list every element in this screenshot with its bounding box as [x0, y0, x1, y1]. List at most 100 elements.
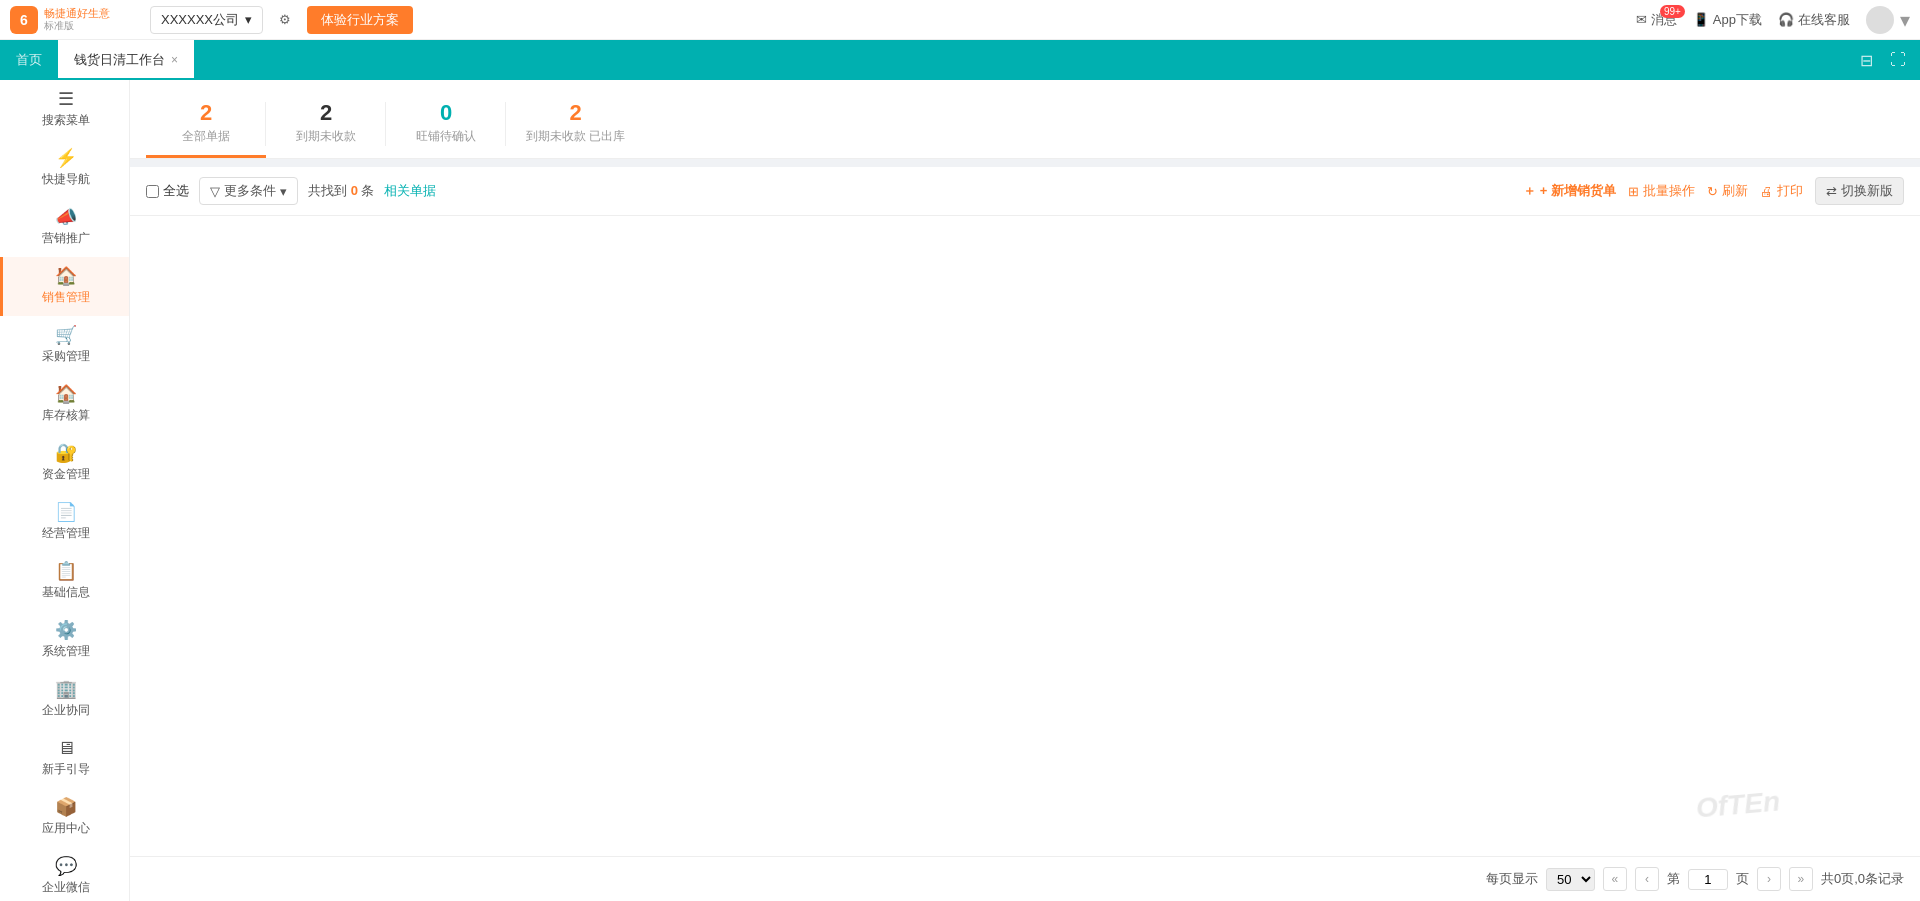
basic-info-icon: 📋 — [55, 562, 77, 580]
related-records-link[interactable]: 相关单据 — [384, 182, 436, 200]
avatar — [1866, 6, 1894, 34]
nav-minimize-button[interactable]: ⊟ — [1852, 46, 1880, 74]
stats-tabs: 2 全部单据 2 到期未收款 0 旺铺待确认 2 到期未收款 已出库 — [130, 80, 1920, 159]
toolbar: 全选 ▽ 更多条件 ▾ 共找到 0 条 相关单据 ＋ + 新增销货单 ⊞ — [130, 167, 1920, 216]
sidebar-label-purchase: 采购管理 — [42, 348, 90, 365]
sales-icon: 🏠 — [55, 267, 77, 285]
pagination-bar: 每页显示 50 « ‹ 第 页 › » 共0页,0条记录 — [130, 856, 1920, 901]
sidebar-label-sales: 销售管理 — [42, 289, 90, 306]
page-number-input[interactable] — [1688, 869, 1728, 890]
sidebar-item-wechat[interactable]: 💬 企业微信 — [0, 847, 129, 901]
page-size-select[interactable]: 50 — [1546, 868, 1595, 891]
sidebar-item-quick-nav[interactable]: ⚡ 快捷导航 — [0, 139, 129, 198]
stat-label-all: 全部单据 — [166, 128, 246, 145]
sidebar-item-basic-info[interactable]: 📋 基础信息 — [0, 552, 129, 611]
top-header: 6 畅捷通好生意 标准版 XXXXXX公司 ▾ ⚙ 体验行业方案 ✉ 消息 99… — [0, 0, 1920, 40]
last-page-button[interactable]: » — [1789, 867, 1813, 891]
select-all-checkbox[interactable]: 全选 — [146, 182, 189, 200]
main-layout: ☰ 搜索菜单 ⚡ 快捷导航 📣 营销推广 🏠 销售管理 🛒 采购管理 🏠 库存核… — [0, 80, 1920, 901]
stat-num-all: 2 — [166, 100, 246, 126]
select-all-label: 全选 — [163, 182, 189, 200]
trial-button[interactable]: 体验行业方案 — [307, 6, 413, 34]
switch-label: 切换新版 — [1841, 182, 1893, 200]
total-records-text: 共0页,0条记录 — [1821, 870, 1904, 888]
switch-new-version-button[interactable]: ⇄ 切换新版 — [1815, 177, 1904, 205]
dropdown-icon: ▾ — [245, 12, 252, 27]
quick-nav-icon: ⚡ — [55, 149, 77, 167]
stat-label-unshipped: 到期未收款 已出库 — [526, 128, 625, 145]
switch-icon: ⇄ — [1826, 184, 1837, 199]
page-label-prefix: 第 — [1667, 870, 1680, 888]
sidebar-item-app-center[interactable]: 📦 应用中心 — [0, 788, 129, 847]
stat-tab-wangpu[interactable]: 0 旺铺待确认 — [386, 92, 506, 158]
nav-right-buttons: ⊟ ⛶ — [1852, 46, 1920, 74]
marketing-icon: 📣 — [55, 208, 77, 226]
sidebar-label-inventory: 库存核算 — [42, 407, 90, 424]
online-service-icon: 🎧 — [1778, 12, 1794, 27]
online-service-button[interactable]: 🎧 在线客服 — [1778, 11, 1850, 29]
refresh-button[interactable]: ↻ 刷新 — [1707, 182, 1748, 200]
sidebar-item-system[interactable]: ⚙️ 系统管理 — [0, 611, 129, 670]
page-label-suffix: 页 — [1736, 870, 1749, 888]
header-right: ✉ 消息 99+ 📱 App下载 🎧 在线客服 ▾ — [1636, 6, 1910, 34]
sidebar-item-operations[interactable]: 📄 经营管理 — [0, 493, 129, 552]
add-icon: ＋ — [1523, 182, 1536, 200]
batch-label: 批量操作 — [1643, 182, 1695, 200]
sidebar-item-inventory[interactable]: 🏠 库存核算 — [0, 375, 129, 434]
batch-operation-button[interactable]: ⊞ 批量操作 — [1628, 182, 1695, 200]
sidebar-label-system: 系统管理 — [42, 643, 90, 660]
add-sales-order-button[interactable]: ＋ + 新增销货单 — [1523, 182, 1616, 200]
company-selector[interactable]: XXXXXX公司 ▾ — [150, 6, 263, 34]
filter-icon: ▽ — [210, 184, 220, 199]
user-avatar-area[interactable]: ▾ — [1866, 6, 1910, 34]
next-page-button[interactable]: › — [1757, 867, 1781, 891]
toolbar-right: ＋ + 新增销货单 ⊞ 批量操作 ↻ 刷新 🖨 打印 ⇄ 切换新版 — [1523, 177, 1904, 205]
sidebar-item-sales[interactable]: 🏠 销售管理 — [0, 257, 129, 316]
sidebar-label-quick-nav: 快捷导航 — [42, 171, 90, 188]
sidebar-item-marketing[interactable]: 📣 营销推广 — [0, 198, 129, 257]
print-label: 打印 — [1777, 182, 1803, 200]
first-page-button[interactable]: « — [1603, 867, 1627, 891]
tab-home[interactable]: 首页 — [0, 40, 58, 80]
enterprise-icon: 🏢 — [55, 680, 77, 698]
logo-area: 6 畅捷通好生意 标准版 — [10, 6, 140, 34]
stat-tab-overdue[interactable]: 2 到期未收款 — [266, 92, 386, 158]
select-all-input[interactable] — [146, 185, 159, 198]
app-download-button[interactable]: 📱 App下载 — [1693, 11, 1762, 29]
more-filter-button[interactable]: ▽ 更多条件 ▾ — [199, 177, 298, 205]
nav-tabs-bar: 首页 钱货日清工作台 × ⊟ ⛶ — [0, 40, 1920, 80]
tab-cash-flow[interactable]: 钱货日清工作台 × — [58, 40, 194, 80]
table-area — [130, 216, 1920, 856]
online-service-label: 在线客服 — [1798, 11, 1850, 29]
found-count: 0 — [351, 183, 358, 198]
app-logo-text: 畅捷通好生意 标准版 — [44, 7, 110, 32]
stat-num-overdue: 2 — [286, 100, 366, 126]
sidebar-item-purchase[interactable]: 🛒 采购管理 — [0, 316, 129, 375]
beginner-icon: 🖥 — [57, 739, 75, 757]
sidebar-item-beginner[interactable]: 🖥 新手引导 — [0, 729, 129, 788]
sidebar-item-search-menu[interactable]: ☰ 搜索菜单 — [0, 80, 129, 139]
sidebar-label-enterprise: 企业协同 — [42, 702, 90, 719]
settings-button[interactable]: ⚙ — [271, 6, 299, 34]
stat-tab-unshipped[interactable]: 2 到期未收款 已出库 — [506, 92, 645, 158]
filter-chevron-icon: ▾ — [280, 184, 287, 199]
stat-num-unshipped: 2 — [526, 100, 625, 126]
tab-close-button[interactable]: × — [171, 53, 178, 67]
filter-label: 更多条件 — [224, 182, 276, 200]
purchase-icon: 🛒 — [55, 326, 77, 344]
sidebar-item-enterprise[interactable]: 🏢 企业协同 — [0, 670, 129, 729]
username-label: ▾ — [1900, 8, 1910, 32]
content-area: 2 全部单据 2 到期未收款 0 旺铺待确认 2 到期未收款 已出库 — [130, 80, 1920, 901]
found-prefix: 共找到 — [308, 183, 347, 198]
message-button[interactable]: ✉ 消息 99+ — [1636, 11, 1677, 29]
sidebar-label-operations: 经营管理 — [42, 525, 90, 542]
wechat-icon: 💬 — [55, 857, 77, 875]
stat-tab-all[interactable]: 2 全部单据 — [146, 92, 266, 158]
app-center-icon: 📦 — [55, 798, 77, 816]
found-unit: 条 — [361, 183, 374, 198]
print-button[interactable]: 🖨 打印 — [1760, 182, 1803, 200]
sidebar-item-finance[interactable]: 🔐 资金管理 — [0, 434, 129, 493]
sidebar-label-marketing: 营销推广 — [42, 230, 90, 247]
nav-maximize-button[interactable]: ⛶ — [1884, 46, 1912, 74]
prev-page-button[interactable]: ‹ — [1635, 867, 1659, 891]
